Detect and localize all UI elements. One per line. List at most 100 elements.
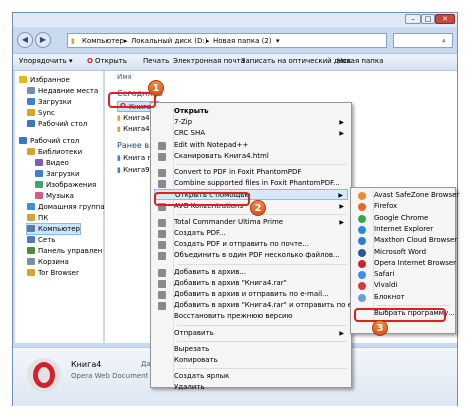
menu-item[interactable]: Удалить — [154, 382, 348, 393]
menu-item[interactable]: Блокнот — [354, 292, 452, 303]
menu-item[interactable]: Добавить в архив "Книга4.rar" — [154, 278, 348, 289]
sync-folder-icon — [27, 109, 35, 116]
sidebar-item[interactable]: Рабочий стол — [19, 136, 79, 146]
menu-item-label: Maxthon Cloud Browser — [374, 236, 458, 245]
sidebar-item-label: Музыка — [46, 192, 74, 200]
search-icon: ⌕ — [442, 37, 446, 45]
sidebar-item[interactable]: Изображения — [35, 180, 96, 190]
menu-item[interactable]: Создать PDF... — [154, 228, 348, 239]
breadcrumb-computer[interactable]: Компьютер — [82, 37, 124, 45]
breadcrumb-folder[interactable]: Новая папка (2) — [213, 37, 272, 45]
sidebar-item[interactable]: Видео — [35, 158, 69, 168]
menu-item[interactable]: Добавить в архив и отправить по e-mail..… — [154, 289, 348, 300]
sidebar-item-label: Sync — [38, 109, 55, 117]
menu-item-label: Копировать — [174, 356, 218, 364]
menu-item[interactable]: Восстановить прежнюю версию — [154, 311, 348, 322]
video-icon — [35, 159, 43, 166]
menu-item[interactable]: Google Chrome — [354, 213, 452, 224]
breadcrumb-disk[interactable]: Локальный диск (D:) — [131, 37, 207, 45]
menu-item[interactable]: Добавить в архив "Книга4.rar" и отправит… — [154, 300, 370, 311]
burn-button[interactable]: Записать на оптический диск — [241, 57, 351, 65]
pdf-icon — [158, 252, 166, 261]
menu-item[interactable]: Копировать — [154, 355, 348, 366]
homegroup-icon — [27, 203, 35, 210]
sidebar-item[interactable]: Домашняя группа — [27, 202, 105, 212]
chevron-right-icon: ▶ — [339, 329, 344, 337]
menu-item[interactable]: 7-Zip ▶ — [154, 117, 348, 128]
menu-item[interactable]: Microsoft Word — [354, 247, 452, 258]
menu-item-label: Отправить — [174, 328, 214, 337]
menu-item-label: Opera Internet Browser — [374, 258, 457, 267]
sidebar-item[interactable]: Tor Browser — [27, 268, 79, 278]
menu-item[interactable]: Добавить в архив... — [154, 267, 348, 278]
back-button[interactable]: ◀ — [17, 32, 33, 48]
menu-item[interactable]: Вырезать — [154, 344, 348, 355]
menu-item[interactable]: Firefox — [354, 201, 452, 212]
menu-item[interactable]: Отправить ▶ — [154, 328, 348, 339]
email-button[interactable]: Электронная почта — [173, 57, 245, 65]
menu-item[interactable]: Создать ярлык — [154, 371, 348, 382]
sidebar-item[interactable]: Компьютер — [26, 223, 81, 235]
sidebar-item[interactable]: Загрузки — [35, 169, 80, 179]
menu-item[interactable]: Создать PDF и отправить по почте... — [154, 239, 348, 250]
address-bar[interactable]: ▮ Компьютер ▸ Локальный диск (D:) ▸ Нова… — [67, 33, 387, 48]
minimize-button[interactable]: – — [405, 14, 421, 24]
user-folder-icon — [27, 214, 35, 221]
menu-item-label: Microsoft Word — [374, 247, 427, 256]
menu-item-label: Создать PDF... — [174, 229, 226, 237]
menu-item[interactable]: Объединить в один PDF несколько файлов..… — [154, 250, 348, 261]
sidebar-item-label: Видео — [46, 159, 69, 167]
sidebar-item[interactable]: Музыка — [35, 191, 74, 201]
file-item[interactable]: ▮ Книга9 — [117, 166, 150, 174]
menu-item[interactable]: Maxthon Cloud Browser — [354, 235, 457, 246]
winrar-icon — [158, 302, 166, 311]
new-folder-button[interactable]: Новая папка — [337, 57, 383, 65]
details-filetype: Opera Web Document — [71, 372, 149, 380]
menu-item[interactable]: Total Commander Ultima Prime ▶ — [154, 217, 348, 228]
menu-item[interactable]: Avast SafeZone Browser — [354, 190, 459, 201]
sidebar-item[interactable]: Рабочий стол — [27, 119, 87, 129]
search-input[interactable]: ⌕ — [393, 33, 453, 48]
sidebar-item[interactable]: Загрузки — [27, 97, 72, 107]
foxit-icon — [158, 180, 166, 189]
menu-item[interactable]: Safari — [354, 269, 452, 280]
menu-item[interactable]: CRC SHA ▶ — [154, 128, 348, 139]
menu-item[interactable]: Открыть — [154, 106, 348, 117]
firefox-icon — [358, 203, 366, 212]
organize-button[interactable]: Упорядочить ▾ — [19, 57, 73, 65]
open-button[interactable]: Открыть — [95, 57, 127, 65]
menu-item-label: Восстановить прежнюю версию — [174, 312, 293, 321]
sidebar-item[interactable]: Избранное — [19, 75, 70, 85]
opera-icon: O — [87, 57, 93, 65]
sidebar-item-label: Корзина — [38, 258, 69, 266]
menu-item[interactable]: Edit with Notepad++ — [154, 140, 348, 151]
menu-item[interactable]: Convert to PDF in Foxit PhantomPDF — [154, 167, 348, 178]
maximize-button[interactable]: □ — [421, 14, 435, 24]
ie-icon — [358, 225, 366, 234]
sidebar-item[interactable]: Sync — [27, 108, 55, 118]
menu-item-label: 7-Zip — [174, 118, 193, 127]
print-button[interactable]: Печать — [143, 57, 169, 65]
menu-item[interactable]: Opera Internet Browser — [354, 258, 456, 269]
breadcrumb-separator-icon: ▸ — [206, 37, 210, 45]
menu-separator — [377, 305, 451, 306]
forward-button[interactable]: ▶ — [35, 32, 51, 48]
column-header-name[interactable]: Имя — [117, 73, 132, 81]
chevron-down-icon[interactable]: ▾ — [276, 37, 280, 45]
menu-item[interactable]: Combine supported files in Foxit Phantom… — [154, 178, 348, 189]
menu-item[interactable]: Сканировать Книга4.html — [154, 151, 348, 162]
sidebar-item[interactable]: Корзина — [27, 257, 69, 267]
menu-item-label: Combine supported files in Foxit Phantom… — [174, 179, 340, 188]
menu-item[interactable]: Vivaldi — [354, 280, 452, 291]
sidebar-item-label: Домашняя группа — [38, 203, 105, 211]
menu-item[interactable]: Internet Explorer — [354, 224, 452, 235]
sidebar-item[interactable]: Сеть — [27, 235, 55, 245]
sidebar-item[interactable]: ПК — [27, 213, 48, 223]
close-button[interactable]: ✕ — [435, 14, 455, 24]
breadcrumb-separator-icon: ▸ — [124, 37, 128, 45]
sidebar-item[interactable]: Панель управлен — [27, 246, 102, 256]
sidebar-item[interactable]: Недавние места — [27, 86, 98, 96]
menu-item-label: Edit with Notepad++ — [174, 140, 249, 149]
images-icon — [35, 181, 43, 188]
sidebar-item[interactable]: Библиотеки — [27, 147, 82, 157]
